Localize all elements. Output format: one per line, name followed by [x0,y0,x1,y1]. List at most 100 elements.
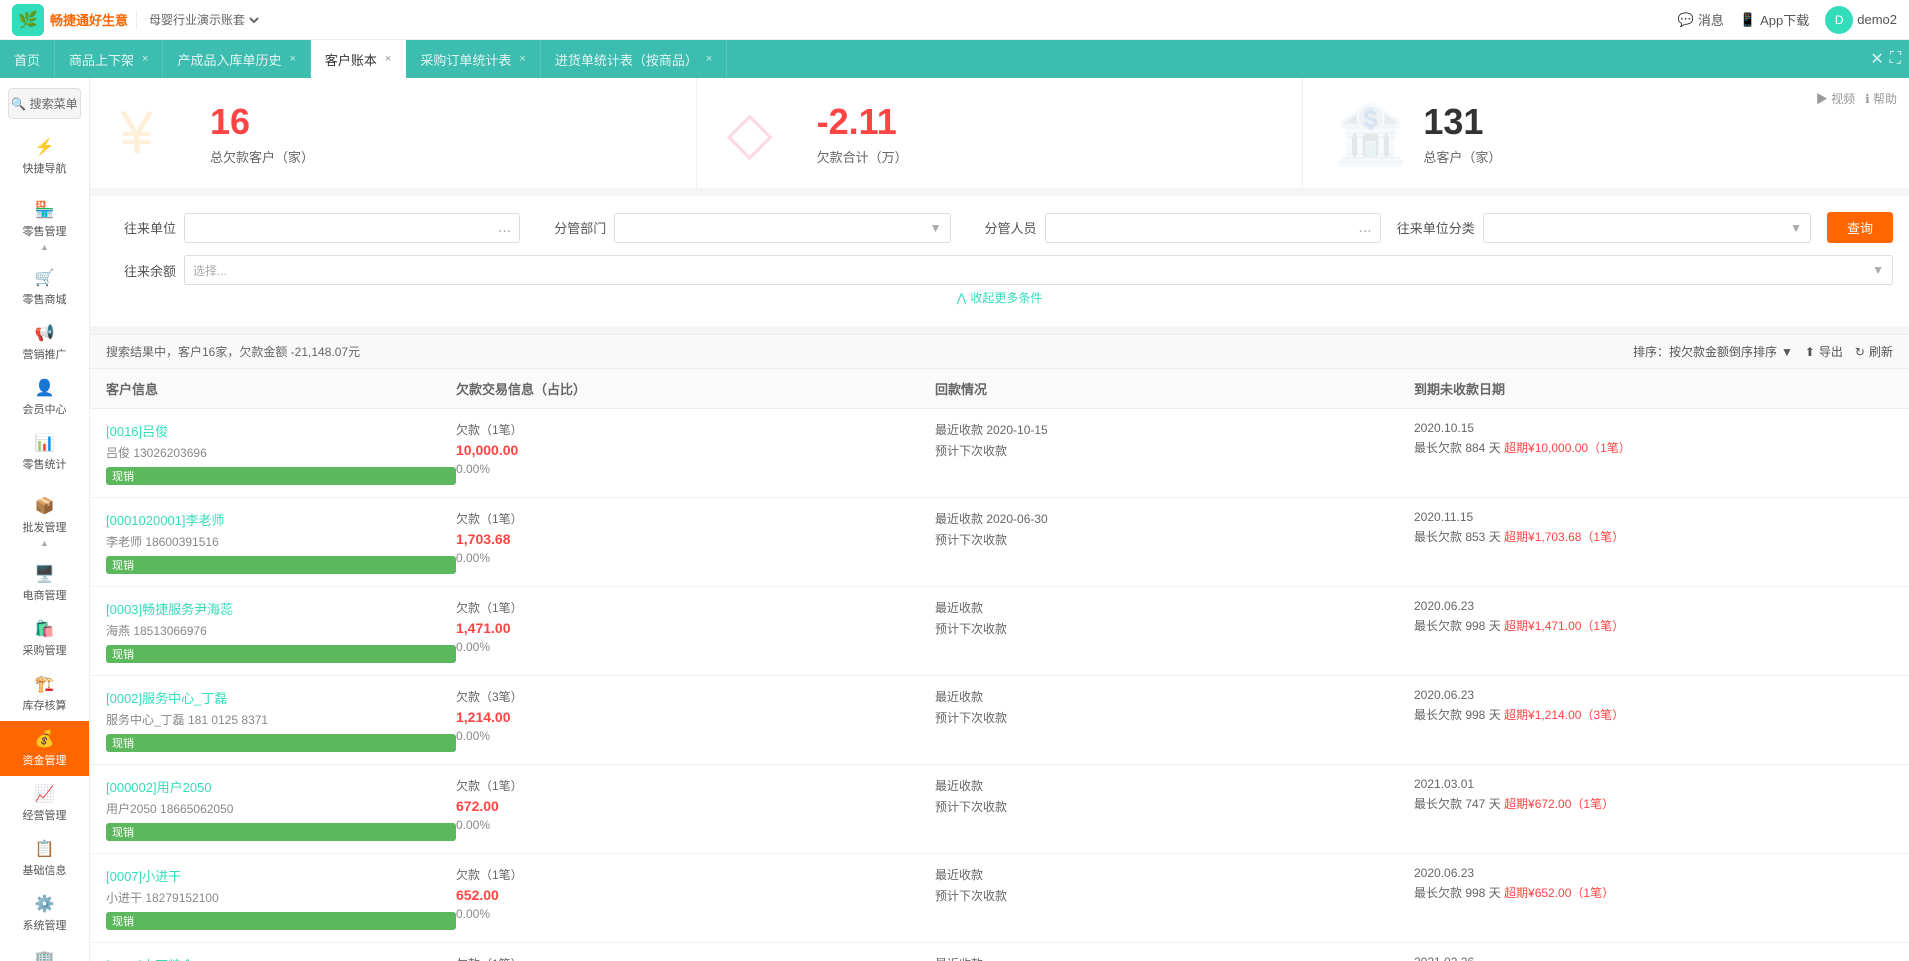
close-tab-purchase-order[interactable]: × [519,53,525,65]
sort-select[interactable]: 排序：按欠款金额倒序排序 ▼ [1633,343,1793,360]
person-label: 分管人员 [967,218,1037,237]
overdue-link-0[interactable]: 超期¥10,000.00（1笔） [1504,441,1631,455]
table-body: [0016]吕俊 吕俊 13026203696 现销 欠款（1笔） 10,000… [90,409,1909,961]
sidebar-item-operation[interactable]: 📈 经营管理 [0,776,89,831]
top-bar: 🌿 畅捷通好生意 母婴行业演示账套 💬 消息 📱 App下载 D demo2 [0,0,1909,40]
tab-purchase-order[interactable]: 采购订单统计表 × [406,40,540,78]
person-input[interactable]: ... [1045,213,1381,243]
customer-tag-2: 现销 [106,645,456,663]
customer-name-2[interactable]: [0003]畅捷服务尹海蕊 [106,599,456,618]
filter-row-2: 往来余额 选择... ▼ [106,255,1893,285]
sidebar-item-retail-shop[interactable]: 🛒 零售商城 [0,260,89,315]
store-select[interactable]: 母婴行业演示账套 [145,12,262,28]
tab-product-off[interactable]: 商品上下架 × [55,40,163,78]
overdue-link-3[interactable]: 超期¥1,214.00（3笔） [1504,708,1624,722]
overdue-link-4[interactable]: 超期¥672.00（1笔） [1504,797,1614,811]
refresh-btn[interactable]: ↻ 刷新 [1855,343,1893,360]
customer-name-6[interactable]: [0006]去下粮仓 [106,955,456,961]
tab-actions: ✕ ⛶ [1870,49,1909,69]
sidebar-search-btn[interactable]: 🔍 搜索菜单 [8,88,81,119]
dept-select[interactable]: ▼ [614,213,950,243]
system-icon: ⚙️ [35,894,55,914]
overdue-link-5[interactable]: 超期¥652.00（1笔） [1504,886,1614,900]
customer-contact-0: 吕俊 13026203696 [106,444,456,461]
payback-info-6: 最近收款 预计下次收款 [935,955,1414,961]
sidebar-item-system[interactable]: ⚙️ 系统管理 [0,886,89,941]
sidebar-item-marketing[interactable]: 📢 营销推广 [0,315,89,370]
stat-diamond-icon: ◇ [727,98,797,168]
sidebar-item-retail-mgmt[interactable]: 🏪 零售管理 ▲ [0,192,89,260]
stat-card-total-customers: 🏦 131 总客户（家） ▶ 视频 ℹ 帮助 [1303,78,1909,188]
stat-building-icon: 🏦 [1333,98,1403,168]
sidebar-item-purchase[interactable]: 🛍️ 采购管理 [0,611,89,666]
close-tab-inventory-stat[interactable]: × [706,53,712,65]
filter-from-unit: 往来单位 ... [106,213,520,243]
marketing-icon: 📢 [35,323,55,343]
customer-name-5[interactable]: [0007]小进干 [106,866,456,885]
customer-name-0[interactable]: [0016]吕俊 [106,421,456,440]
user-menu[interactable]: D demo2 [1825,6,1897,34]
stat-label-1: 总欠款客户（家） [210,147,314,166]
nav-tabs: 首页 商品上下架 × 产成品入库单历史 × 客户账本 × 采购订单统计表 × 进… [0,40,1909,78]
retail-shop-icon: 🛒 [35,268,55,288]
debt-ratio-1: 0.00% [456,551,935,565]
tab-customer-account[interactable]: 客户账本 × [311,40,406,78]
unit-class-arrow-icon: ▼ [1790,221,1802,235]
help-btn[interactable]: ℹ 帮助 [1865,90,1897,107]
overdue-link-2[interactable]: 超期¥1,471.00（1笔） [1504,619,1624,633]
tab-inventory-stat[interactable]: 进货单统计表（按商品） × [541,40,727,78]
operation-icon: 📈 [35,784,55,804]
payback-info-5: 最近收款 预计下次收款 [935,866,1414,904]
close-tab-production-history[interactable]: × [289,53,295,65]
next-payment-4: 预计下次收款 [935,798,1414,815]
video-btn[interactable]: ▶ 视频 [1816,90,1855,107]
stat-card-debt-customers: ¥ 16 总欠款客户（家） [90,78,697,188]
retail-mgmt-icon: 🏪 [35,200,55,220]
customer-name-4[interactable]: [000002]用户2050 [106,777,456,796]
sidebar-item-retail-stat[interactable]: 📊 零售统计 [0,425,89,480]
overdue-link-1[interactable]: 超期¥1,703.68（1笔） [1504,530,1624,544]
close-tab-product-off[interactable]: × [142,53,148,65]
from-unit-input[interactable]: ... [184,213,520,243]
debt-count-0: 欠款（1笔） [456,421,935,438]
content-area: ¥ 16 总欠款客户（家） ◇ -2.11 欠款合计（万） 🏦 [90,78,1909,961]
customer-info-4: [000002]用户2050 用户2050 18665062050 现销 [106,777,456,841]
tab-home[interactable]: 首页 [0,40,55,78]
app-download-btn[interactable]: 📱 App下载 [1740,10,1809,29]
remaining-select[interactable]: 选择... ▼ [184,255,1893,285]
tab-close-all-icon[interactable]: ✕ [1870,49,1883,69]
debt-info-1: 欠款（1笔） 1,703.68 0.00% [456,510,935,565]
customer-name-1[interactable]: [0001020001]李老师 [106,510,456,529]
debt-ratio-2: 0.00% [456,640,935,654]
sidebar-item-quick-nav[interactable]: ⚡ 快捷导航 [0,129,89,184]
table-row: [0001020001]李老师 李老师 18600391516 现销 欠款（1笔… [90,498,1909,587]
customer-name-3[interactable]: [0002]服务中心_丁磊 [106,688,456,707]
sidebar-item-enterprise[interactable]: 🏢 企业协同 [0,941,89,961]
sidebar-item-ecommerce[interactable]: 🖥️ 电商管理 [0,556,89,611]
enterprise-icon: 🏢 [35,949,55,961]
last-payment-4: 最近收款 [935,777,1414,794]
message-btn[interactable]: 💬 消息 [1678,10,1724,29]
sidebar-item-basic-info[interactable]: 📋 基础信息 [0,831,89,886]
help-icon: ℹ [1865,92,1870,106]
sidebar-search-area: 🔍 搜索菜单 [0,78,89,129]
tab-production-history[interactable]: 产成品入库单历史 × [163,40,310,78]
collapse-btn[interactable]: ⋀ 收起更多条件 [106,285,1893,310]
dept-label: 分管部门 [536,218,606,237]
tab-expand-icon[interactable]: ⛶ [1890,50,1901,68]
sidebar-item-member[interactable]: 👤 会员中心 [0,370,89,425]
search-button[interactable]: 查询 [1827,212,1893,243]
due-date-1: 2020.11.15 [1414,510,1893,524]
close-tab-customer-account[interactable]: × [385,53,391,65]
collapse-up-icon: ⋀ [957,291,967,305]
export-btn[interactable]: ⬆ 导出 [1805,343,1843,360]
quick-nav-icon: ⚡ [35,137,55,157]
unit-class-select[interactable]: ▼ [1483,213,1811,243]
debt-count-4: 欠款（1笔） [456,777,935,794]
debt-amount-4: 672.00 [456,798,935,814]
stat-info-2: -2.11 欠款合计（万） [817,101,908,166]
next-payment-3: 预计下次收款 [935,709,1414,726]
sidebar-item-finance[interactable]: 💰 资金管理 [0,721,89,776]
sidebar-item-inventory[interactable]: 🏗️ 库存核算 [0,666,89,721]
sidebar-item-batch-mgmt[interactable]: 📦 批发管理 ▲ [0,488,89,556]
